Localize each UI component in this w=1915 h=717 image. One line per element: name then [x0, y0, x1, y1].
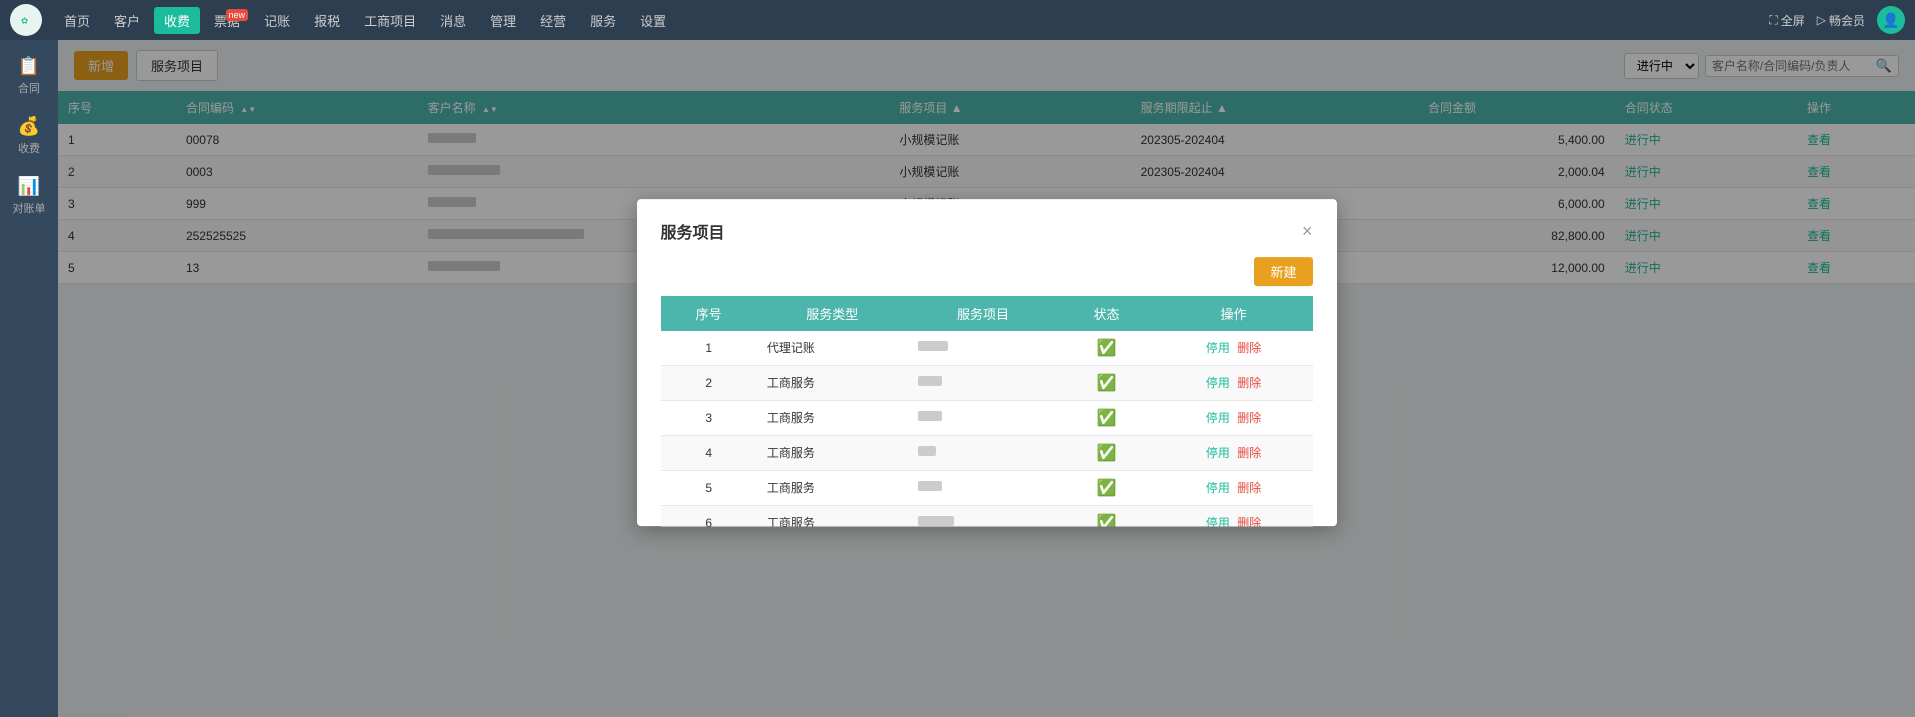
main-content: 新增 服务项目 进行中 已完成 已取消 🔍 序号 合同编码 ▲▼: [58, 40, 1915, 717]
nav-home[interactable]: 首页: [54, 7, 100, 34]
modal-col-type: 服务类型: [757, 296, 908, 331]
modal-cell-status: ✅: [1058, 400, 1154, 435]
modal-table-row: 3 工商服务 ████ ✅ 停用 删除: [661, 400, 1313, 435]
delete-link[interactable]: 删除: [1237, 516, 1261, 526]
modal-cell-status: ✅: [1058, 470, 1154, 505]
fee-icon: 💰: [18, 116, 40, 137]
delete-link[interactable]: 删除: [1237, 411, 1261, 425]
modal-cell-item: ███: [908, 435, 1059, 470]
modal-title: 服务项目: [661, 219, 725, 243]
svg-text:✿: ✿: [21, 15, 28, 25]
modal-col-seq: 序号: [661, 296, 757, 331]
modal-cell-status: ✅: [1058, 365, 1154, 400]
stop-link[interactable]: 停用: [1206, 481, 1230, 495]
nav-fee[interactable]: 收费: [154, 7, 200, 34]
status-check-icon: ✅: [1097, 410, 1117, 427]
modal-cell-status: ✅: [1058, 505, 1154, 526]
modal-cell-seq: 6: [661, 505, 757, 526]
modal-scroll-area[interactable]: 序号 服务类型 服务项目 状态 操作 1 代理记账 ████1 ✅ 停用 删除 …: [661, 296, 1313, 526]
nav-bookkeeping[interactable]: 记账: [254, 7, 300, 34]
app-logo[interactable]: ✿: [10, 4, 42, 36]
left-sidebar: 📋 合同 💰 收费 📊 对账单: [0, 40, 58, 717]
modal-col-action: 操作: [1155, 296, 1313, 331]
vip-icon: ▷: [1817, 13, 1826, 27]
modal-cell-item: ████: [908, 400, 1059, 435]
fullscreen-icon: ⛶: [1769, 13, 1777, 28]
modal-cell-action: 停用 删除: [1155, 505, 1313, 526]
vip-btn[interactable]: ▷ 畅会员: [1817, 12, 1865, 29]
new-badge: new: [226, 9, 249, 21]
nav-settings[interactable]: 设置: [630, 7, 676, 34]
status-check-icon: ✅: [1097, 445, 1117, 462]
stop-link[interactable]: 停用: [1206, 516, 1230, 526]
modal-col-item: 服务项目: [908, 296, 1059, 331]
stop-link[interactable]: 停用: [1206, 376, 1230, 390]
modal-cell-action: 停用 删除: [1155, 331, 1313, 366]
modal-cell-item: ██████: [908, 505, 1059, 526]
modal-cell-action: 停用 删除: [1155, 400, 1313, 435]
modal-col-status: 状态: [1058, 296, 1154, 331]
modal-cell-seq: 5: [661, 470, 757, 505]
modal-table-row: 2 工商服务 ████ ✅ 停用 删除: [661, 365, 1313, 400]
modal-table-row: 1 代理记账 ████1 ✅ 停用 删除: [661, 331, 1313, 366]
modal-cell-action: 停用 删除: [1155, 435, 1313, 470]
modal-cell-seq: 4: [661, 435, 757, 470]
delete-link[interactable]: 删除: [1237, 481, 1261, 495]
nav-service[interactable]: 服务: [580, 7, 626, 34]
modal-cell-item: ████1: [908, 331, 1059, 366]
modal-cell-item: ████: [908, 470, 1059, 505]
modal-cell-type: 工商服务: [757, 435, 908, 470]
nav-invoice[interactable]: 票据 new: [204, 7, 250, 34]
nav-customer[interactable]: 客户: [104, 7, 150, 34]
service-item-modal: 服务项目 × 新建 序号 服务类型 服务项目 状态 操作: [637, 199, 1337, 526]
main-layout: 📋 合同 💰 收费 📊 对账单 新增 服务项目 进行中 已完成 已取消: [0, 40, 1915, 717]
nav-manage[interactable]: 管理: [480, 7, 526, 34]
service-items-table: 序号 服务类型 服务项目 状态 操作 1 代理记账 ████1 ✅ 停用 删除 …: [661, 296, 1313, 526]
modal-cell-item: ████: [908, 365, 1059, 400]
modal-cell-type: 工商服务: [757, 470, 908, 505]
modal-cell-type: 工商服务: [757, 505, 908, 526]
modal-cell-action: 停用 删除: [1155, 365, 1313, 400]
modal-cell-seq: 1: [661, 331, 757, 366]
stop-link[interactable]: 停用: [1206, 411, 1230, 425]
modal-cell-seq: 3: [661, 400, 757, 435]
modal-header: 服务项目 ×: [661, 219, 1313, 243]
modal-cell-type: 代理记账: [757, 331, 908, 366]
sidebar-item-fee[interactable]: 💰 收费: [3, 108, 55, 164]
contract-icon: 📋: [18, 56, 40, 77]
modal-table-row: 4 工商服务 ███ ✅ 停用 删除: [661, 435, 1313, 470]
modal-cell-action: 停用 删除: [1155, 470, 1313, 505]
modal-cell-type: 工商服务: [757, 365, 908, 400]
modal-cell-type: 工商服务: [757, 400, 908, 435]
nav-message[interactable]: 消息: [430, 7, 476, 34]
delete-link[interactable]: 删除: [1237, 446, 1261, 460]
nav-operation[interactable]: 经营: [530, 7, 576, 34]
top-nav: ✿ 首页 客户 收费 票据 new 记账 报税 工商项目 消息 管理 经营 服务…: [0, 0, 1915, 40]
sidebar-item-contract[interactable]: 📋 合同: [3, 48, 55, 104]
nav-tax[interactable]: 报税: [304, 7, 350, 34]
stop-link[interactable]: 停用: [1206, 341, 1230, 355]
modal-close-button[interactable]: ×: [1302, 222, 1313, 240]
modal-new-button[interactable]: 新建: [1254, 257, 1312, 286]
modal-cell-status: ✅: [1058, 435, 1154, 470]
modal-toolbar: 新建: [661, 257, 1313, 286]
nav-bizproject[interactable]: 工商项目: [354, 7, 426, 34]
status-check-icon: ✅: [1097, 480, 1117, 497]
modal-cell-seq: 2: [661, 365, 757, 400]
sidebar-item-reconcile[interactable]: 📊 对账单: [3, 168, 55, 224]
modal-cell-status: ✅: [1058, 331, 1154, 366]
status-check-icon: ✅: [1097, 375, 1117, 392]
reconcile-icon: 📊: [18, 176, 40, 197]
status-check-icon: ✅: [1097, 340, 1117, 357]
modal-table-row: 6 工商服务 ██████ ✅ 停用 删除: [661, 505, 1313, 526]
user-avatar[interactable]: 👤: [1877, 6, 1905, 34]
modal-table-row: 5 工商服务 ████ ✅ 停用 删除: [661, 470, 1313, 505]
nav-right-area: ⛶ 全屏 ▷ 畅会员 👤: [1769, 6, 1905, 34]
delete-link[interactable]: 删除: [1237, 376, 1261, 390]
stop-link[interactable]: 停用: [1206, 446, 1230, 460]
modal-table-header: 序号 服务类型 服务项目 状态 操作: [661, 296, 1313, 331]
status-check-icon: ✅: [1097, 515, 1117, 526]
delete-link[interactable]: 删除: [1237, 341, 1261, 355]
fullscreen-btn[interactable]: ⛶ 全屏: [1769, 12, 1804, 29]
